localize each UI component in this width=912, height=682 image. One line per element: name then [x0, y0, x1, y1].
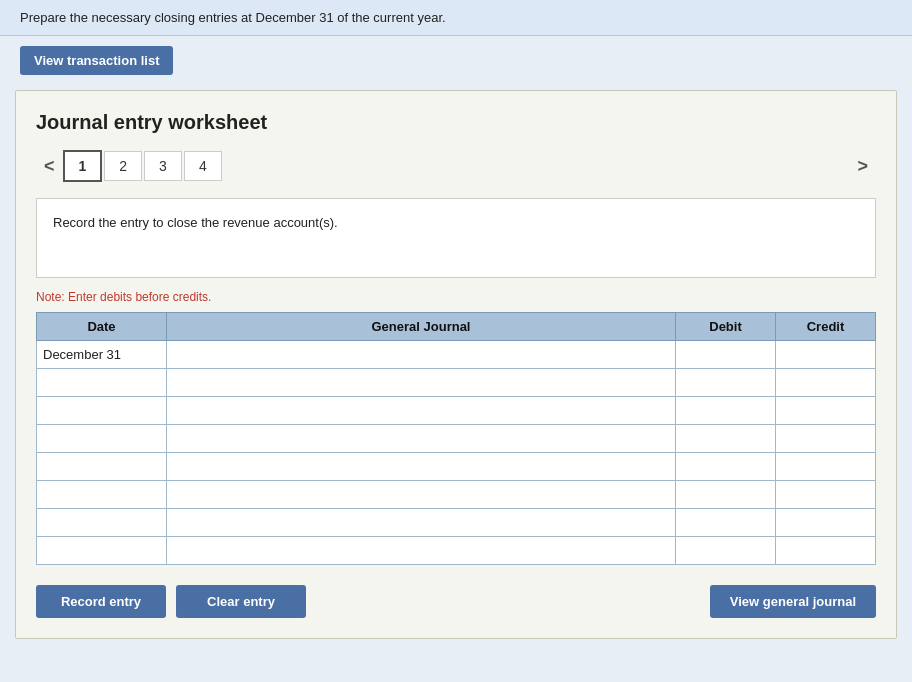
credit-input-5[interactable] [782, 483, 869, 506]
entry-description-box: Record the entry to close the revenue ac… [36, 198, 876, 278]
journal-input-1[interactable] [173, 371, 669, 394]
table-row-credit-5[interactable] [776, 481, 876, 509]
table-row-debit-2[interactable] [676, 397, 776, 425]
tab-navigation: < 1 2 3 4 > [36, 150, 876, 182]
table-row-credit-6[interactable] [776, 509, 876, 537]
credit-input-1[interactable] [782, 371, 869, 394]
table-row-debit-7[interactable] [676, 537, 776, 565]
tab-3[interactable]: 3 [144, 151, 182, 181]
journal-table: Date General Journal Debit Credit Decemb… [36, 312, 876, 565]
tab-4[interactable]: 4 [184, 151, 222, 181]
table-row-journal-2[interactable] [167, 397, 676, 425]
col-header-date: Date [37, 313, 167, 341]
table-row-debit-3[interactable] [676, 425, 776, 453]
table-row-debit-5[interactable] [676, 481, 776, 509]
table-row-journal-3[interactable] [167, 425, 676, 453]
debit-input-0[interactable] [682, 343, 769, 366]
credit-input-3[interactable] [782, 427, 869, 450]
credit-input-4[interactable] [782, 455, 869, 478]
table-row-debit-1[interactable] [676, 369, 776, 397]
debit-input-1[interactable] [682, 371, 769, 394]
journal-input-0[interactable] [173, 343, 669, 366]
table-row-date-1 [37, 369, 167, 397]
credit-input-6[interactable] [782, 511, 869, 534]
debit-input-6[interactable] [682, 511, 769, 534]
table-row-date-7 [37, 537, 167, 565]
debit-input-2[interactable] [682, 399, 769, 422]
table-row-debit-0[interactable] [676, 341, 776, 369]
tab-2[interactable]: 2 [104, 151, 142, 181]
col-header-credit: Credit [776, 313, 876, 341]
table-row-date-6 [37, 509, 167, 537]
table-row-credit-3[interactable] [776, 425, 876, 453]
table-row-date-0: December 31 [37, 341, 167, 369]
credit-input-2[interactable] [782, 399, 869, 422]
table-row-journal-1[interactable] [167, 369, 676, 397]
worksheet-container: Journal entry worksheet < 1 2 3 4 > Reco… [15, 90, 897, 639]
toolbar: View transaction list [0, 36, 912, 85]
entry-description-text: Record the entry to close the revenue ac… [53, 215, 338, 230]
col-header-debit: Debit [676, 313, 776, 341]
credit-input-0[interactable] [782, 343, 869, 366]
table-row-journal-5[interactable] [167, 481, 676, 509]
table-row-journal-7[interactable] [167, 537, 676, 565]
worksheet-title: Journal entry worksheet [36, 111, 876, 134]
table-row-date-3 [37, 425, 167, 453]
table-row-credit-2[interactable] [776, 397, 876, 425]
table-row-credit-4[interactable] [776, 453, 876, 481]
table-row-credit-7[interactable] [776, 537, 876, 565]
table-row-journal-4[interactable] [167, 453, 676, 481]
nav-prev-arrow[interactable]: < [36, 152, 63, 181]
table-row-credit-1[interactable] [776, 369, 876, 397]
table-row-credit-0[interactable] [776, 341, 876, 369]
debit-input-3[interactable] [682, 427, 769, 450]
debit-input-5[interactable] [682, 483, 769, 506]
nav-next-arrow[interactable]: > [849, 152, 876, 181]
table-row-debit-4[interactable] [676, 453, 776, 481]
journal-input-7[interactable] [173, 539, 669, 562]
view-general-journal-button[interactable]: View general journal [710, 585, 876, 618]
instruction-bar: Prepare the necessary closing entries at… [0, 0, 912, 36]
note-text: Note: Enter debits before credits. [36, 290, 876, 304]
clear-entry-button[interactable]: Clear entry [176, 585, 306, 618]
table-row-journal-6[interactable] [167, 509, 676, 537]
journal-input-3[interactable] [173, 427, 669, 450]
credit-input-7[interactable] [782, 539, 869, 562]
journal-input-6[interactable] [173, 511, 669, 534]
journal-input-5[interactable] [173, 483, 669, 506]
view-transaction-button[interactable]: View transaction list [20, 46, 173, 75]
record-entry-button[interactable]: Record entry [36, 585, 166, 618]
tab-1[interactable]: 1 [63, 150, 103, 182]
journal-input-2[interactable] [173, 399, 669, 422]
instruction-text: Prepare the necessary closing entries at… [20, 10, 446, 25]
table-row-date-4 [37, 453, 167, 481]
table-row-date-5 [37, 481, 167, 509]
col-header-general-journal: General Journal [167, 313, 676, 341]
bottom-buttons: Record entry Clear entry View general jo… [36, 585, 876, 618]
table-row-debit-6[interactable] [676, 509, 776, 537]
table-row-date-2 [37, 397, 167, 425]
debit-input-7[interactable] [682, 539, 769, 562]
journal-input-4[interactable] [173, 455, 669, 478]
debit-input-4[interactable] [682, 455, 769, 478]
table-row-journal-0[interactable] [167, 341, 676, 369]
